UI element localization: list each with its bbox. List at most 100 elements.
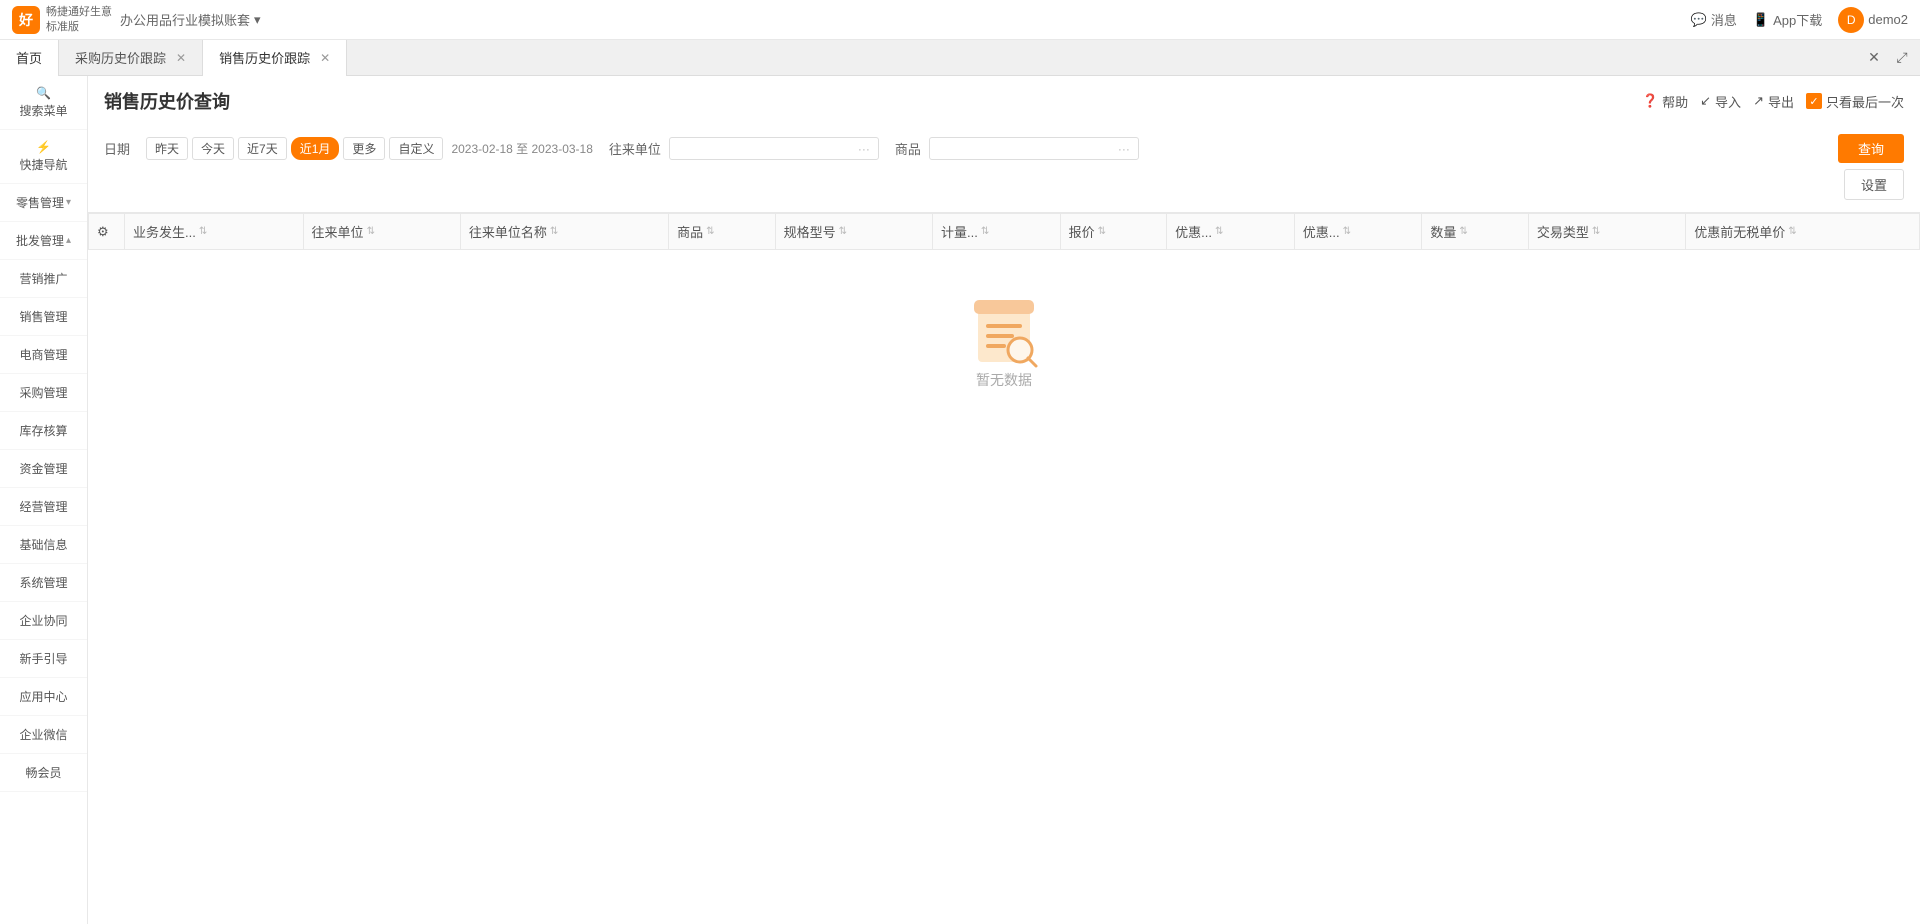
col-spec[interactable]: 规格型号 ⇅	[775, 214, 932, 250]
sort-icon: ⇅	[1098, 226, 1106, 237]
tab-bar: 首页 采购历史价跟踪 ✕ 销售历史价跟踪 ✕ ✕ ⤢	[0, 40, 1920, 76]
sort-icon: ⇅	[706, 226, 714, 237]
date-range: 2023-02-18 至 2023-03-18	[451, 140, 592, 157]
sidebar-item-operations[interactable]: 经营管理	[0, 488, 87, 526]
quick-nav-icon: ⚡	[36, 140, 51, 154]
tab-sales-history[interactable]: 销售历史价跟踪 ✕	[203, 40, 347, 76]
user-menu[interactable]: D demo2	[1838, 7, 1908, 33]
logo-icon: 好	[12, 6, 40, 34]
sidebar-item-purchase-mgmt[interactable]: 采购管理	[0, 374, 87, 412]
maximize-btn[interactable]: ⤢	[1892, 48, 1912, 68]
sidebar-item-quick-nav[interactable]: ⚡ 快捷导航	[0, 130, 87, 184]
goods-input[interactable]: ···	[929, 137, 1139, 160]
data-table: ⚙ 业务发生... ⇅ 往来单位 ⇅	[88, 213, 1920, 250]
col-price[interactable]: 报价 ⇅	[1060, 214, 1166, 250]
close-purchase-history-icon[interactable]: ✕	[176, 51, 186, 65]
export-icon: ↗	[1753, 93, 1764, 109]
sidebar-item-wholesale-mgmt[interactable]: 批发管理 ▴	[0, 222, 87, 260]
date-btn-yesterday[interactable]: 昨天	[146, 137, 188, 160]
sidebar-item-sales-mgmt[interactable]: 销售管理	[0, 298, 87, 336]
help-icon: ❓	[1642, 93, 1658, 109]
tab-purchase-history[interactable]: 采购历史价跟踪 ✕	[59, 40, 203, 76]
table-area: ⚙ 业务发生... ⇅ 往来单位 ⇅	[88, 213, 1920, 924]
close-tab-btn[interactable]: ✕	[1864, 48, 1884, 68]
help-btn[interactable]: ❓ 帮助	[1642, 92, 1688, 111]
sidebar-item-system-mgmt[interactable]: 系统管理	[0, 564, 87, 602]
date-btn-more[interactable]: 更多	[343, 137, 385, 160]
col-discount2[interactable]: 优惠... ⇅	[1294, 214, 1422, 250]
col-goods[interactable]: 商品 ⇅	[669, 214, 775, 250]
home-tab-label: 首页	[16, 48, 42, 67]
date-btn-1month[interactable]: 近1月	[291, 137, 340, 160]
sidebar-item-member[interactable]: 畅会员	[0, 754, 87, 792]
sidebar-item-finance[interactable]: 资金管理	[0, 450, 87, 488]
filter-right-btns: 查询	[1838, 134, 1904, 163]
sort-icon: ⇅	[839, 226, 847, 237]
settings-button[interactable]: 设置	[1844, 169, 1904, 200]
col-partner-name[interactable]: 往来单位名称 ⇅	[460, 214, 668, 250]
date-btn-custom[interactable]: 自定义	[389, 137, 443, 160]
sort-icon: ⇅	[199, 226, 207, 237]
sidebar-item-app-center[interactable]: 应用中心	[0, 678, 87, 716]
col-partner[interactable]: 往来单位 ⇅	[303, 214, 460, 250]
page-title: 销售历史价查询	[104, 88, 230, 114]
date-buttons: 昨天 今天 近7天 近1月 更多 自定义 2023-02-18 至 2023-0…	[146, 137, 593, 160]
col-business-date[interactable]: 业务发生... ⇅	[125, 214, 304, 250]
export-btn[interactable]: ↗ 导出	[1753, 92, 1794, 111]
col-pretax-price[interactable]: 优惠前无税单价 ⇅	[1686, 214, 1920, 250]
goods-field[interactable]	[938, 141, 1114, 156]
search-icon: 🔍	[36, 86, 51, 100]
app-download-btn[interactable]: 📱 App下载	[1753, 10, 1822, 29]
page-actions: ❓ 帮助 ↙ 导入 ↗ 导出 ✓ 只看最后一	[1642, 92, 1904, 111]
message-icon: 💬	[1691, 12, 1707, 28]
close-sales-history-icon[interactable]: ✕	[320, 51, 330, 65]
gear-icon[interactable]: ⚙	[97, 224, 109, 239]
only-last-toggle[interactable]: ✓ 只看最后一次	[1806, 92, 1904, 111]
col-settings[interactable]: ⚙	[89, 214, 125, 250]
goods-section: 商品 ···	[895, 137, 1139, 160]
logo-text: 畅捷通好生意 标准版	[46, 5, 112, 34]
sidebar-item-retail-mgmt[interactable]: 零售管理 ▾	[0, 184, 87, 222]
col-qty[interactable]: 数量 ⇅	[1422, 214, 1528, 250]
from-unit-section: 往来单位 ···	[609, 137, 879, 160]
sort-icon: ⇅	[1788, 226, 1796, 237]
empty-illustration	[964, 290, 1044, 370]
message-btn[interactable]: 💬 消息	[1691, 10, 1737, 29]
sidebar-item-search-menu[interactable]: 🔍 搜索菜单	[0, 76, 87, 130]
date-btn-7days[interactable]: 近7天	[238, 137, 287, 160]
sidebar-item-enterprise[interactable]: 企业协同	[0, 602, 87, 640]
sales-history-tab-label: 销售历史价跟踪	[219, 48, 310, 67]
app-selector[interactable]: 办公用品行业模拟账套 ▾	[120, 10, 261, 29]
main-layout: 🔍 搜索菜单 ⚡ 快捷导航 零售管理 ▾ 批发管理 ▴ 营销推广 销售管理 电商…	[0, 76, 1920, 924]
tab-home[interactable]: 首页	[0, 40, 59, 76]
top-bar-left: 好 畅捷通好生意 标准版 办公用品行业模拟账套 ▾	[12, 5, 261, 34]
checkbox-checked-icon: ✓	[1806, 93, 1822, 109]
from-unit-label: 往来单位	[609, 139, 661, 158]
sidebar-item-wechat[interactable]: 企业微信	[0, 716, 87, 754]
sidebar-item-ecommerce[interactable]: 电商管理	[0, 336, 87, 374]
avatar: D	[1838, 7, 1864, 33]
sort-icon: ⇅	[367, 226, 375, 237]
download-icon: 📱	[1753, 12, 1769, 28]
page-title-row: 销售历史价查询 ❓ 帮助 ↙ 导入 ↗ 导出	[104, 88, 1904, 114]
import-btn[interactable]: ↙ 导入	[1700, 92, 1741, 111]
date-label: 日期	[104, 139, 130, 158]
top-bar-right: 💬 消息 📱 App下载 D demo2	[1691, 7, 1908, 33]
col-discount1[interactable]: 优惠... ⇅	[1167, 214, 1295, 250]
from-unit-field[interactable]	[678, 141, 854, 156]
from-unit-dots[interactable]: ···	[858, 142, 870, 156]
sidebar-item-newcomer[interactable]: 新手引导	[0, 640, 87, 678]
sort-icon: ⇅	[981, 226, 989, 237]
query-button[interactable]: 查询	[1838, 134, 1904, 163]
from-unit-input[interactable]: ···	[669, 137, 879, 160]
goods-label: 商品	[895, 139, 921, 158]
chevron-down-icon: ▾	[254, 12, 261, 28]
date-btn-today[interactable]: 今天	[192, 137, 234, 160]
sort-icon: ⇅	[1343, 226, 1351, 237]
sidebar-item-basic-info[interactable]: 基础信息	[0, 526, 87, 564]
col-unit[interactable]: 计量... ⇅	[932, 214, 1060, 250]
sidebar-item-marketing[interactable]: 营销推广	[0, 260, 87, 298]
goods-dots[interactable]: ···	[1118, 142, 1130, 156]
col-trade-type[interactable]: 交易类型 ⇅	[1528, 214, 1685, 250]
sidebar-item-inventory[interactable]: 库存核算	[0, 412, 87, 450]
